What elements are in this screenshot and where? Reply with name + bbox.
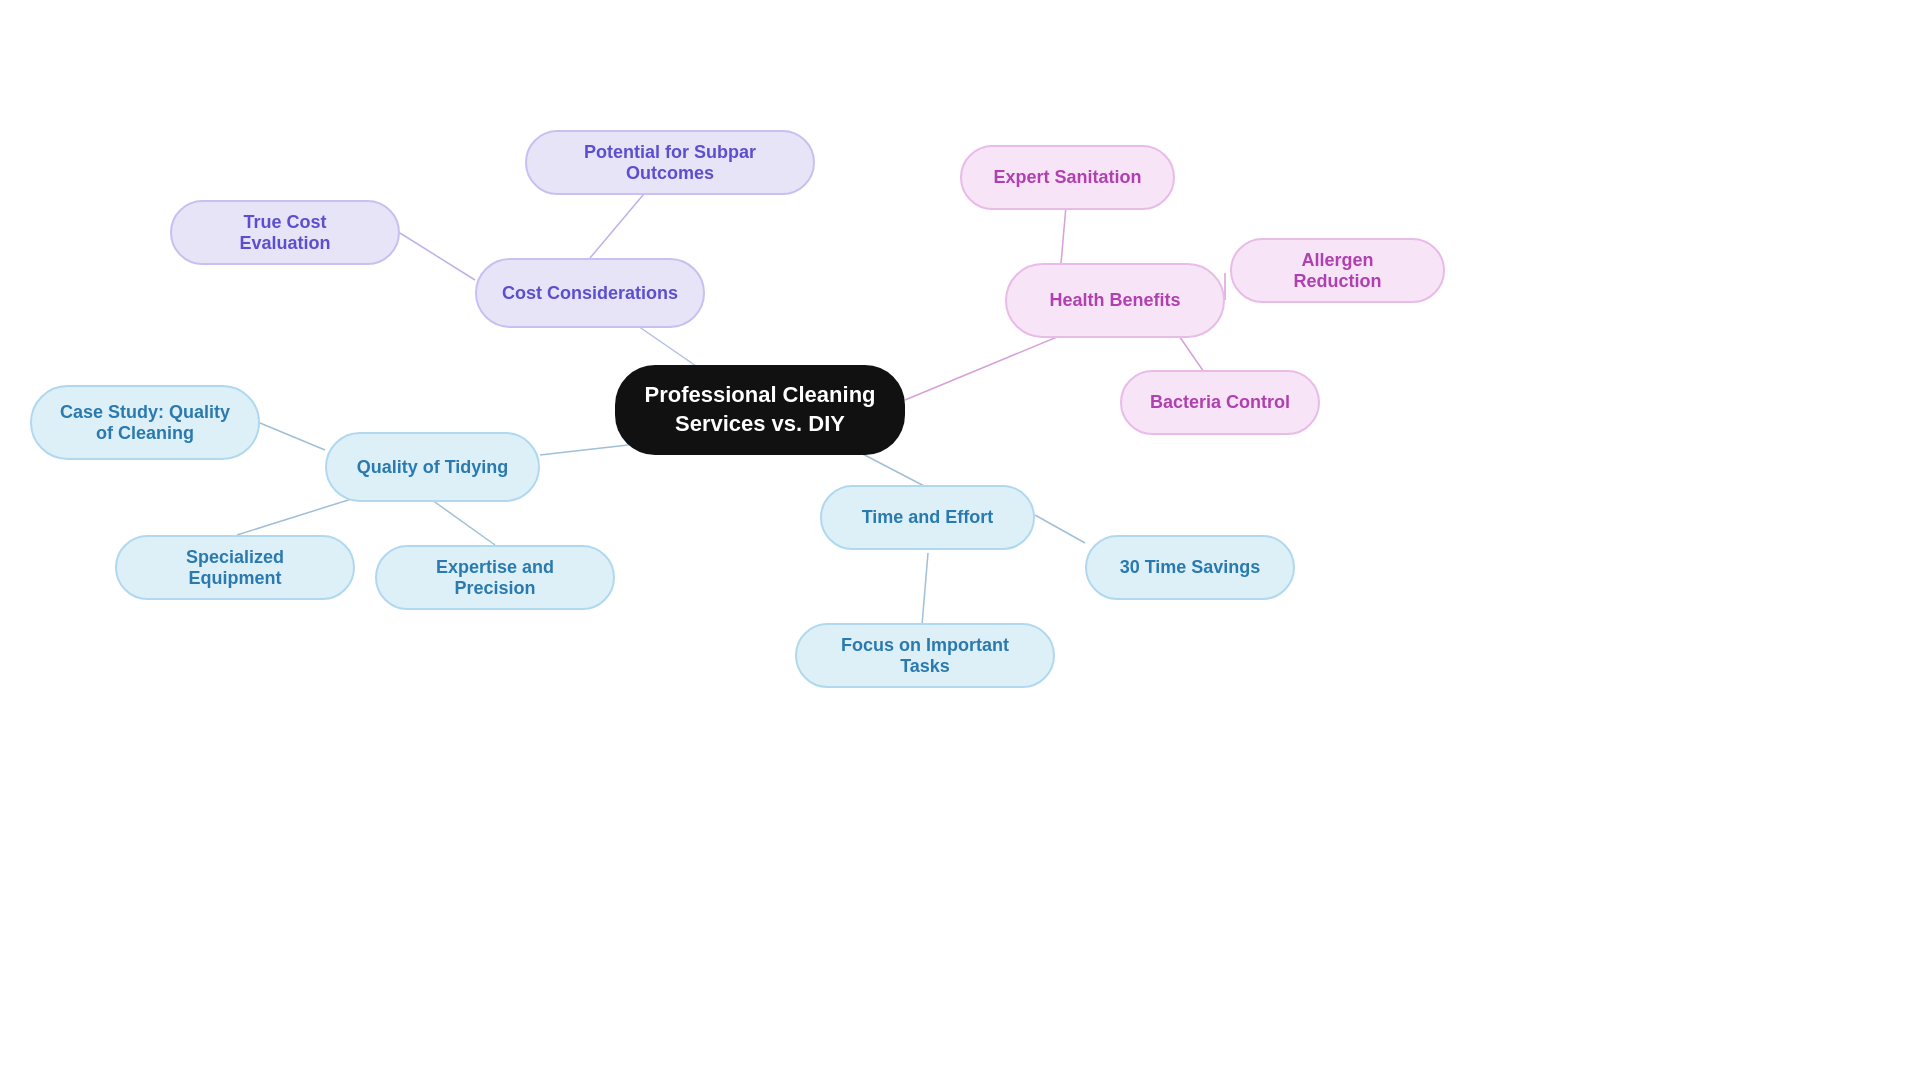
center-node[interactable]: Professional Cleaning Services vs. DIY xyxy=(615,365,905,455)
svg-line-13 xyxy=(922,553,928,625)
time-savings-node[interactable]: 30 Time Savings xyxy=(1085,535,1295,600)
true-cost-node[interactable]: True Cost Evaluation xyxy=(170,200,400,265)
potential-subpar-node[interactable]: Potential for Subpar Outcomes xyxy=(525,130,815,195)
svg-line-2 xyxy=(400,233,475,280)
allergen-reduction-node[interactable]: Allergen Reduction xyxy=(1230,238,1445,303)
expertise-precision-node[interactable]: Expertise and Precision xyxy=(375,545,615,610)
health-benefits-node[interactable]: Health Benefits xyxy=(1005,263,1225,338)
case-study-node[interactable]: Case Study: Quality of Cleaning xyxy=(30,385,260,460)
bacteria-control-node[interactable]: Bacteria Control xyxy=(1120,370,1320,435)
specialized-equipment-node[interactable]: Specialized Equipment xyxy=(115,535,355,600)
focus-tasks-node[interactable]: Focus on Important Tasks xyxy=(795,623,1055,688)
svg-line-12 xyxy=(1035,515,1085,543)
cost-considerations-node[interactable]: Cost Considerations xyxy=(475,258,705,328)
quality-tidying-node[interactable]: Quality of Tidying xyxy=(325,432,540,502)
time-effort-node[interactable]: Time and Effort xyxy=(820,485,1035,550)
expert-sanitation-node[interactable]: Expert Sanitation xyxy=(960,145,1175,210)
svg-line-10 xyxy=(432,500,495,545)
svg-line-11 xyxy=(855,450,928,488)
svg-line-8 xyxy=(260,423,325,450)
